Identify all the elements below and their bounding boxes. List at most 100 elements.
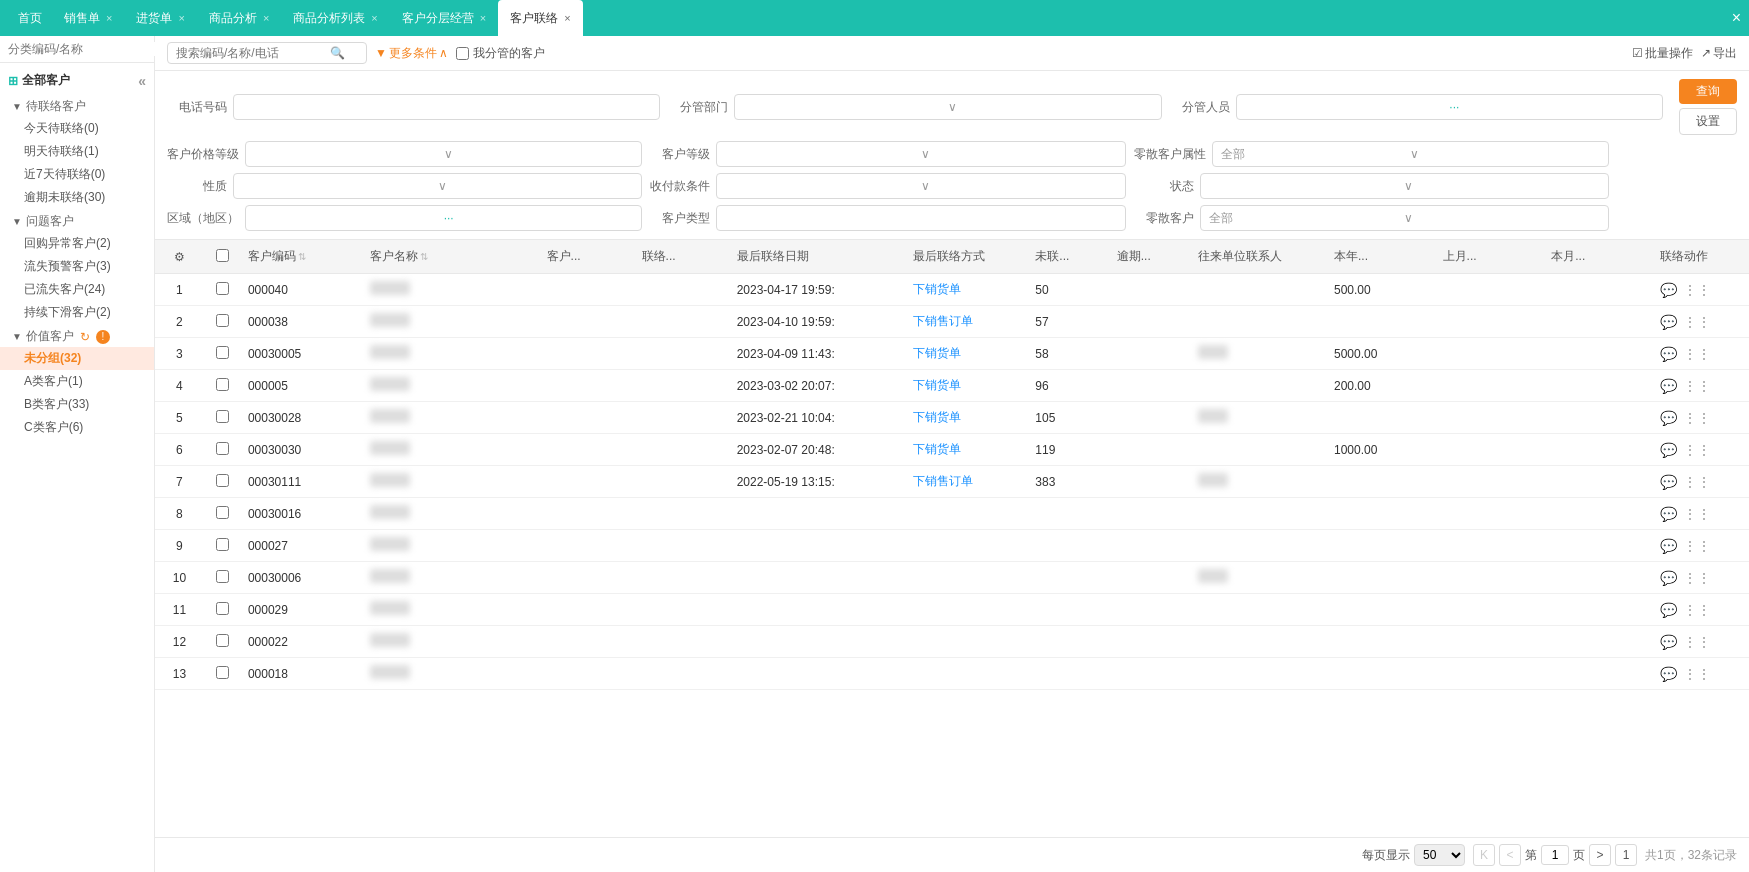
more-action-icon[interactable]: ⋮⋮ (1683, 378, 1711, 394)
page-number-input[interactable] (1541, 845, 1569, 865)
chat-icon[interactable]: 💬 (1660, 474, 1677, 490)
tab-product-analysis-list-close[interactable]: × (371, 12, 377, 24)
sidebar-item-churned[interactable]: 已流失客户(24) (0, 278, 154, 301)
manager-select[interactable]: ··· (1236, 94, 1663, 120)
chat-icon[interactable]: 💬 (1660, 410, 1677, 426)
tab-customer-segment-close[interactable]: × (480, 12, 486, 24)
row-checkbox[interactable] (204, 402, 242, 434)
sidebar-search-input[interactable] (8, 42, 158, 56)
sidebar-item-class-c[interactable]: C类客户(6) (0, 416, 154, 439)
more-action-icon[interactable]: ⋮⋮ (1683, 282, 1711, 298)
sidebar-item-overdue-pending[interactable]: 逾期未联络(30) (0, 186, 154, 209)
sidebar-credit-section[interactable]: ▼ 价值客户 ↻ ! (0, 324, 154, 347)
row-checkbox[interactable] (204, 370, 242, 402)
chat-icon[interactable]: 💬 (1660, 666, 1677, 682)
price-level-select[interactable]: ∨ (245, 141, 642, 167)
more-action-icon[interactable]: ⋮⋮ (1683, 666, 1711, 682)
row-check-input[interactable] (216, 570, 229, 583)
row-check-input[interactable] (216, 506, 229, 519)
dept-select[interactable]: ∨ (734, 94, 1161, 120)
row-check-input[interactable] (216, 474, 229, 487)
row-checkbox[interactable] (204, 498, 242, 530)
more-action-icon[interactable]: ⋮⋮ (1683, 538, 1711, 554)
close-all-button[interactable]: × (1732, 9, 1741, 27)
row-checkbox[interactable] (204, 594, 242, 626)
sidebar-collapse-button[interactable]: « (138, 73, 146, 89)
search-box[interactable]: 🔍 (167, 42, 367, 64)
last-method-link[interactable]: 下销售订单 (913, 314, 973, 328)
sidebar-problem-section[interactable]: ▼ 问题客户 (0, 209, 154, 232)
tab-product-analysis-list[interactable]: 商品分析列表 × (281, 0, 389, 36)
retail-customer-select[interactable]: 全部 ∨ (1200, 205, 1609, 231)
gender-select[interactable]: ∨ (233, 173, 642, 199)
chat-icon[interactable]: 💬 (1660, 442, 1677, 458)
sidebar-item-abnormal-repurchase[interactable]: 回购异常客户(2) (0, 232, 154, 255)
more-action-icon[interactable]: ⋮⋮ (1683, 634, 1711, 650)
more-conditions-button[interactable]: ▼ 更多条件 ∧ (375, 45, 448, 62)
sidebar-item-class-b[interactable]: B类客户(33) (0, 393, 154, 416)
row-check-input[interactable] (216, 666, 229, 679)
code-sort-icon[interactable]: ⇅ (298, 251, 306, 262)
sidebar-search-box[interactable]: 🔍 (0, 36, 154, 63)
chat-icon[interactable]: 💬 (1660, 538, 1677, 554)
tab-home[interactable]: 首页 (8, 0, 52, 36)
status-select[interactable]: ∨ (1200, 173, 1609, 199)
chat-icon[interactable]: 💬 (1660, 570, 1677, 586)
chat-icon[interactable]: 💬 (1660, 506, 1677, 522)
row-check-input[interactable] (216, 282, 229, 295)
row-checkbox[interactable] (204, 626, 242, 658)
chat-icon[interactable]: 💬 (1660, 282, 1677, 298)
sidebar-item-ungroup[interactable]: 未分组(32) (0, 347, 154, 370)
chat-icon[interactable]: 💬 (1660, 602, 1677, 618)
tab-customer-segment[interactable]: 客户分层经营 × (390, 0, 498, 36)
more-action-icon[interactable]: ⋮⋮ (1683, 570, 1711, 586)
sidebar-item-churn-warning[interactable]: 流失预警客户(3) (0, 255, 154, 278)
row-checkbox[interactable] (204, 274, 242, 306)
sidebar-all-customers[interactable]: ⊞ 全部客户 « (0, 67, 154, 94)
chat-icon[interactable]: 💬 (1660, 346, 1677, 362)
search-icon[interactable]: 🔍 (330, 46, 345, 60)
row-checkbox[interactable] (204, 434, 242, 466)
row-check-input[interactable] (216, 378, 229, 391)
my-customers-check[interactable] (456, 47, 469, 60)
sidebar-item-today-pending[interactable]: 今天待联络(0) (0, 117, 154, 140)
row-check-input[interactable] (216, 346, 229, 359)
sidebar-item-declining[interactable]: 持续下滑客户(2) (0, 301, 154, 324)
more-action-icon[interactable]: ⋮⋮ (1683, 442, 1711, 458)
payment-select[interactable]: ∨ (716, 173, 1125, 199)
row-check-input[interactable] (216, 634, 229, 647)
reset-button[interactable]: 设置 (1679, 108, 1737, 135)
row-check-input[interactable] (216, 442, 229, 455)
settings-icon[interactable]: ⚙ (174, 250, 185, 264)
last-method-link[interactable]: 下销货单 (913, 410, 961, 424)
tab-product-analysis-close[interactable]: × (263, 12, 269, 24)
name-sort-icon[interactable]: ⇅ (420, 251, 428, 262)
customer-type-select[interactable] (716, 205, 1125, 231)
row-checkbox[interactable] (204, 306, 242, 338)
region-select[interactable]: ··· (245, 205, 642, 231)
row-checkbox[interactable] (204, 530, 242, 562)
row-checkbox[interactable] (204, 658, 242, 690)
more-action-icon[interactable]: ⋮⋮ (1683, 346, 1711, 362)
sidebar-pending-section[interactable]: ▼ 待联络客户 (0, 94, 154, 117)
row-check-input[interactable] (216, 314, 229, 327)
last-method-link[interactable]: 下销货单 (913, 282, 961, 296)
last-method-link[interactable]: 下销货单 (913, 346, 961, 360)
region-dots[interactable]: ··· (444, 211, 634, 225)
row-checkbox[interactable] (204, 466, 242, 498)
row-check-input[interactable] (216, 602, 229, 615)
last-method-link[interactable]: 下销货单 (913, 378, 961, 392)
sidebar-item-class-a[interactable]: A类客户(1) (0, 370, 154, 393)
last-method-link[interactable]: 下销货单 (913, 442, 961, 456)
sidebar-item-tomorrow-pending[interactable]: 明天待联络(1) (0, 140, 154, 163)
page-size-select[interactable]: 50 20 100 (1414, 844, 1465, 866)
tab-purchase-order-close[interactable]: × (178, 12, 184, 24)
refresh-icon[interactable]: ↻ (80, 330, 90, 344)
phone-input[interactable] (233, 94, 660, 120)
my-customers-checkbox[interactable]: 我分管的客户 (456, 45, 545, 62)
chat-icon[interactable]: 💬 (1660, 314, 1677, 330)
row-check-input[interactable] (216, 538, 229, 551)
tab-sales-order[interactable]: 销售单 × (52, 0, 124, 36)
prev-page-button[interactable]: < (1499, 844, 1521, 866)
row-checkbox[interactable] (204, 562, 242, 594)
